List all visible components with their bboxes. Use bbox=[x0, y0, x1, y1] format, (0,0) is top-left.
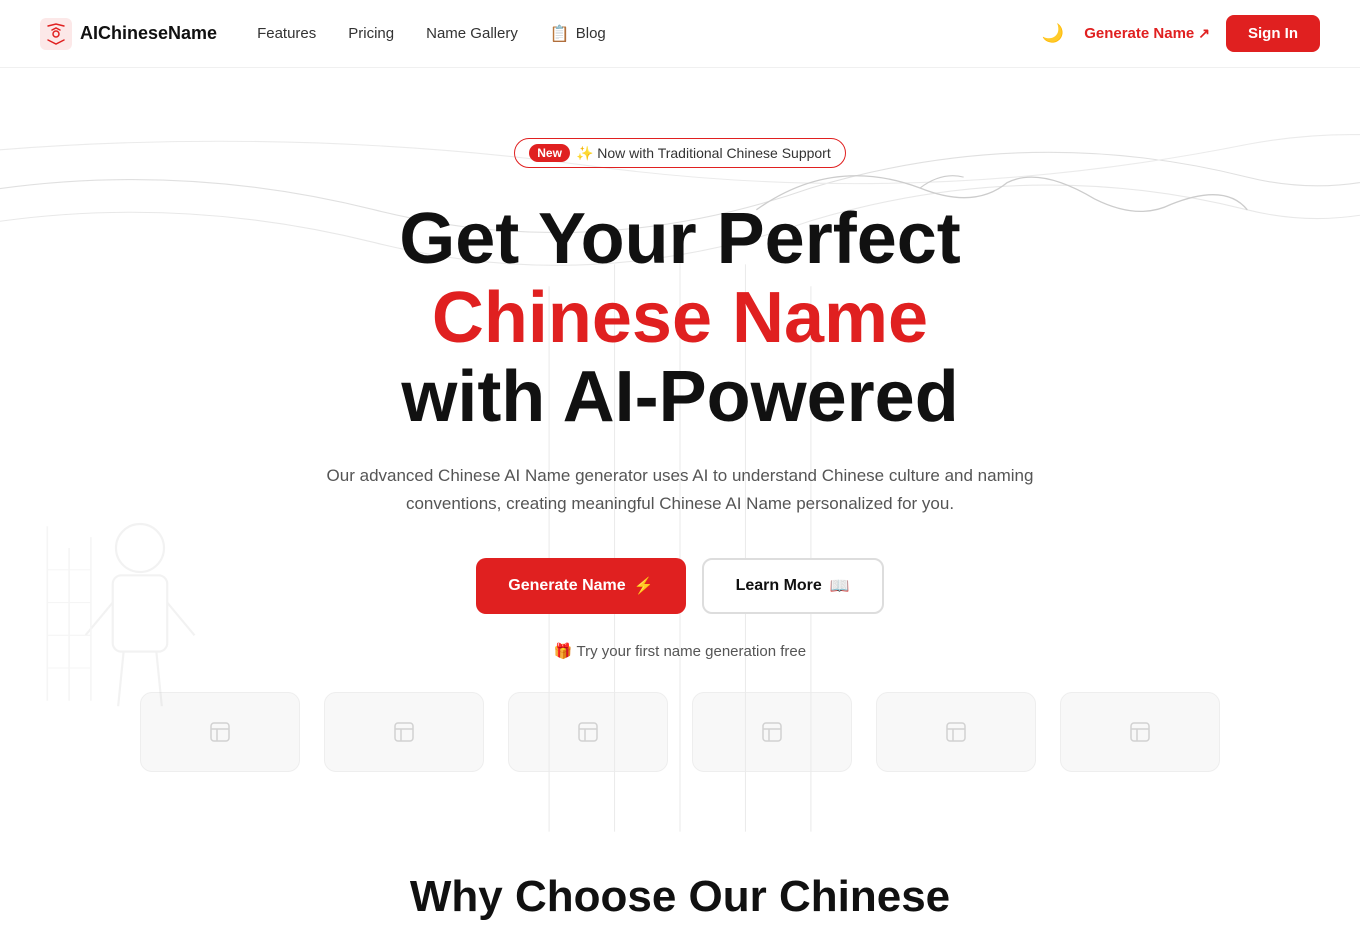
why-section: Why Choose Our Chinese bbox=[0, 832, 1360, 942]
free-note-text: Try your first name generation free bbox=[577, 643, 807, 660]
logo-icon bbox=[40, 18, 72, 50]
card-placeholder-4 bbox=[692, 692, 852, 772]
hero-content: New ✨ Now with Traditional Chinese Suppo… bbox=[20, 138, 1340, 660]
nav-item-blog[interactable]: 📋 Blog bbox=[550, 24, 606, 44]
badge-text: ✨ Now with Traditional Chinese Support bbox=[576, 145, 831, 162]
generate-name-nav-link[interactable]: Generate Name ↗ bbox=[1084, 25, 1210, 42]
nav-right: 🌙 Generate Name ↗ Sign In bbox=[1038, 15, 1320, 52]
lightning-icon: ⚡ bbox=[634, 576, 654, 596]
arrow-icon: ↗ bbox=[1198, 25, 1210, 42]
headline-line2: Chinese Name bbox=[432, 278, 928, 358]
learn-more-button[interactable]: Learn More 📖 bbox=[702, 558, 884, 614]
nav-item-features[interactable]: Features bbox=[257, 25, 316, 42]
card-icon-4 bbox=[760, 720, 784, 744]
headline-line1: Get Your Perfect bbox=[399, 199, 961, 279]
blog-icon: 📋 bbox=[550, 24, 570, 44]
hero-section: New ✨ Now with Traditional Chinese Suppo… bbox=[0, 68, 1360, 832]
book-icon: 📖 bbox=[830, 576, 850, 596]
navbar: AIChineseName Features Pricing Name Gall… bbox=[0, 0, 1360, 68]
nav-links: Features Pricing Name Gallery 📋 Blog bbox=[257, 24, 606, 44]
card-icon-3 bbox=[576, 720, 600, 744]
sign-in-button[interactable]: Sign In bbox=[1226, 15, 1320, 52]
hero-subtext: Our advanced Chinese AI Name generator u… bbox=[300, 462, 1060, 518]
logo-text: AIChineseName bbox=[80, 23, 217, 44]
generate-name-button[interactable]: Generate Name ⚡ bbox=[476, 558, 685, 614]
cta-group: Generate Name ⚡ Learn More 📖 bbox=[20, 558, 1340, 614]
card-placeholder-6 bbox=[1060, 692, 1220, 772]
nav-item-name-gallery[interactable]: Name Gallery bbox=[426, 25, 518, 42]
announcement-badge: New ✨ Now with Traditional Chinese Suppo… bbox=[514, 138, 845, 168]
gift-icon: 🎁 bbox=[554, 643, 573, 660]
hero-headline: Get Your Perfect Chinese Name with AI-Po… bbox=[20, 200, 1340, 438]
why-title: Why Choose Our Chinese bbox=[20, 872, 1340, 922]
logo[interactable]: AIChineseName bbox=[40, 18, 217, 50]
badge-new-label: New bbox=[529, 144, 570, 162]
card-icon-1 bbox=[208, 720, 232, 744]
card-placeholder-2 bbox=[324, 692, 484, 772]
card-placeholder-1 bbox=[140, 692, 300, 772]
card-icon-5 bbox=[944, 720, 968, 744]
card-placeholder-5 bbox=[876, 692, 1036, 772]
nav-item-pricing[interactable]: Pricing bbox=[348, 25, 394, 42]
free-note: 🎁 Try your first name generation free bbox=[20, 642, 1340, 660]
decorative-cards-row bbox=[20, 692, 1340, 772]
card-placeholder-3 bbox=[508, 692, 668, 772]
dark-mode-toggle[interactable]: 🌙 bbox=[1038, 19, 1068, 48]
headline-line3: with AI-Powered bbox=[401, 357, 958, 437]
card-icon-6 bbox=[1128, 720, 1152, 744]
card-icon-2 bbox=[392, 720, 416, 744]
